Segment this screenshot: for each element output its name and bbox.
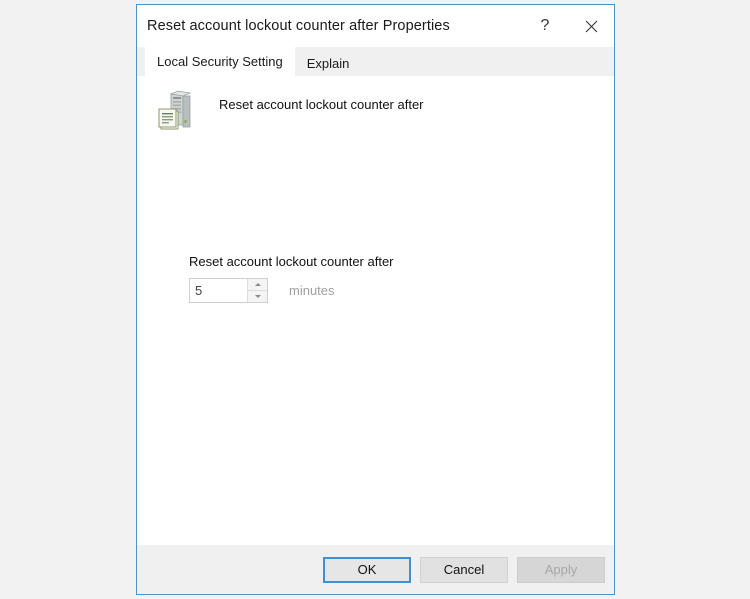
spinner-decrement-button[interactable] (248, 291, 267, 302)
settings-panel: Reset account lockout counter after Rese… (143, 76, 608, 545)
properties-dialog: Reset account lockout counter after Prop… (136, 4, 615, 595)
spinner-increment-button[interactable] (248, 279, 267, 291)
spinner-buttons (247, 279, 267, 302)
tab-explain[interactable]: Explain (295, 51, 362, 76)
policy-computer-icon (155, 90, 199, 134)
chevron-down-icon (254, 295, 261, 298)
policy-header: Reset account lockout counter after (143, 76, 608, 134)
title-bar-buttons: ? (522, 5, 614, 47)
tab-strip: Local Security Setting Explain (137, 47, 614, 76)
spinner-row: minutes (189, 278, 394, 303)
ok-button[interactable]: OK (323, 556, 411, 583)
window-title: Reset account lockout counter after Prop… (147, 18, 450, 34)
apply-button[interactable]: Apply (517, 556, 605, 583)
dialog-footer: OK Cancel Apply (137, 545, 614, 594)
question-mark-icon: ? (540, 17, 550, 34)
setting-group: Reset account lockout counter after minu… (189, 254, 394, 303)
tab-label: Explain (306, 56, 350, 71)
policy-title: Reset account lockout counter after (219, 97, 424, 112)
setting-label: Reset account lockout counter after (189, 254, 394, 269)
duration-spinner[interactable] (189, 278, 268, 303)
close-icon (585, 20, 598, 33)
duration-input[interactable] (190, 279, 247, 302)
unit-label: minutes (289, 283, 335, 298)
help-button[interactable]: ? (522, 5, 568, 47)
close-button[interactable] (568, 5, 614, 47)
chevron-up-icon (254, 283, 261, 286)
title-bar: Reset account lockout counter after Prop… (137, 5, 614, 47)
tab-local-security-setting[interactable]: Local Security Setting (145, 47, 295, 76)
tab-label: Local Security Setting (157, 54, 283, 69)
cancel-button[interactable]: Cancel (420, 556, 508, 583)
